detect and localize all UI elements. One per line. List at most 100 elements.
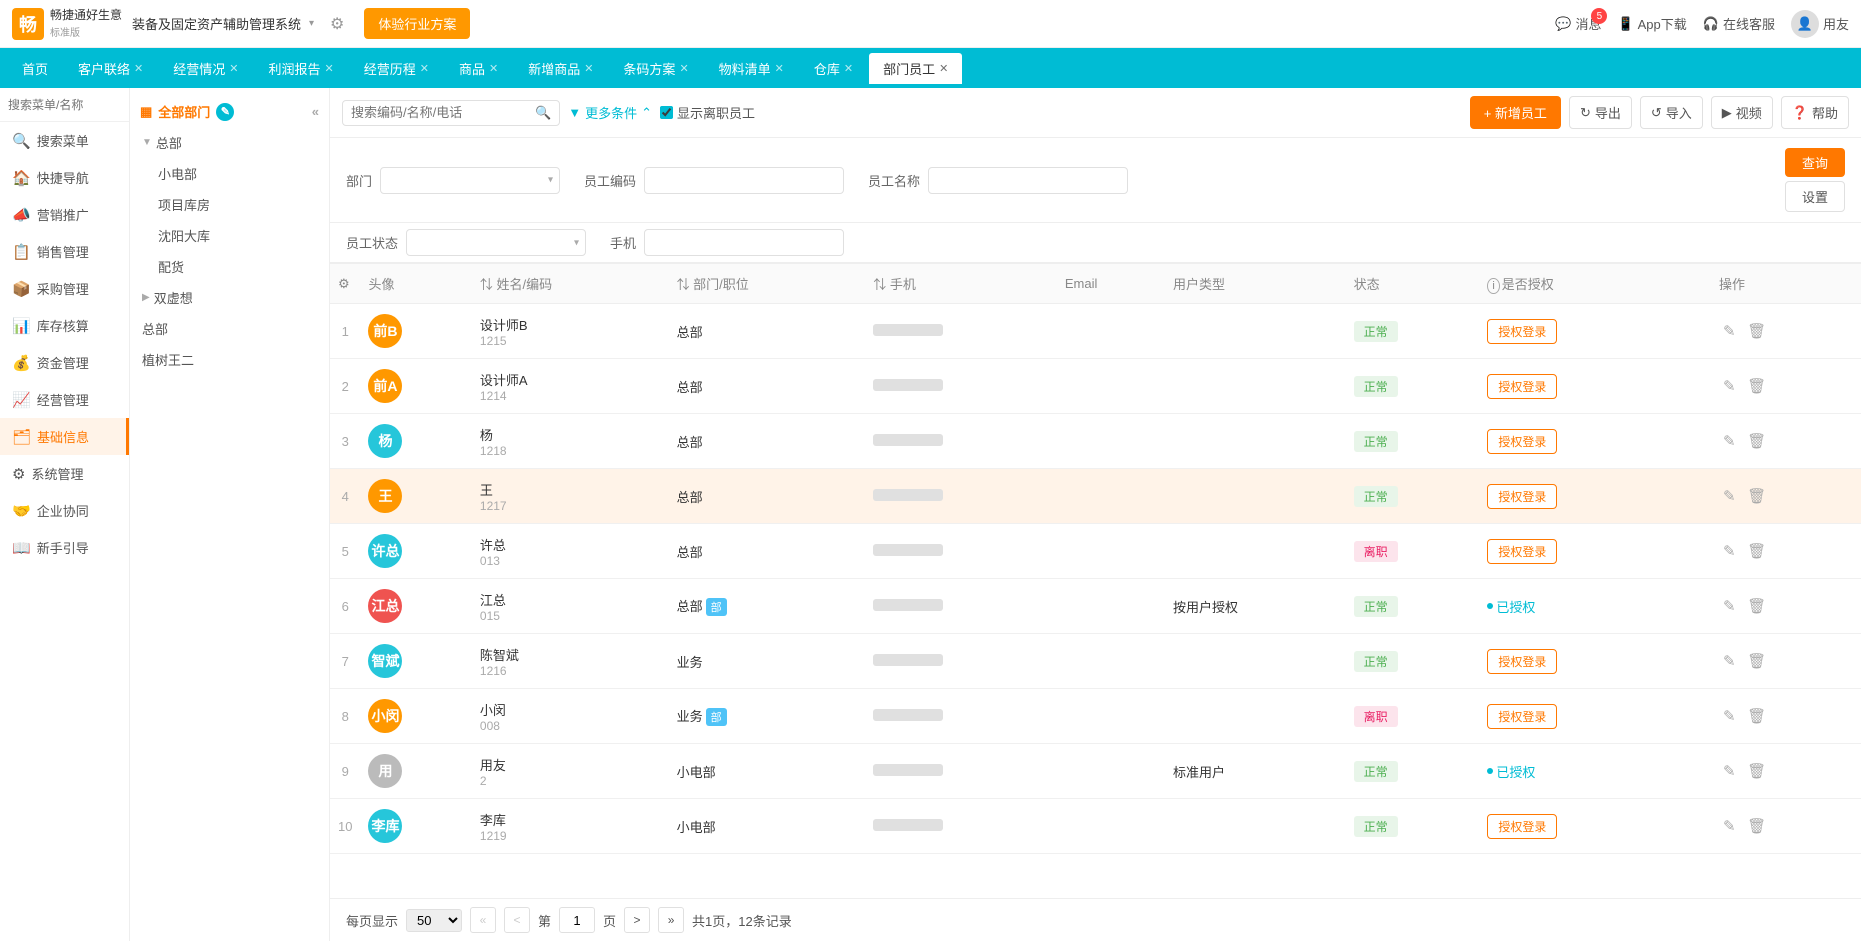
tab-close-icon[interactable]: ✕ (844, 62, 853, 75)
delete-btn[interactable]: 🗑 (1743, 815, 1770, 837)
dept-node-distribution[interactable]: 配货 (146, 251, 329, 282)
col-dept[interactable]: ⇅ 部门/职位 (669, 264, 866, 304)
sidebar-search-bar[interactable]: 🔍 (0, 88, 129, 122)
delete-btn[interactable]: 🗑 (1743, 650, 1770, 672)
tab-close-icon[interactable]: ✕ (679, 62, 688, 75)
tab-close-icon[interactable]: ✕ (325, 62, 334, 75)
filter-dept-select[interactable] (380, 167, 560, 194)
tab-close-icon[interactable]: ✕ (489, 62, 498, 75)
view-button[interactable]: ▶ 视频 (1711, 96, 1773, 129)
table-settings-icon[interactable]: ⚙ (338, 276, 350, 291)
edit-btn[interactable]: ✎ (1719, 760, 1740, 782)
service-btn[interactable]: 🎧 在线客服 (1703, 14, 1775, 33)
next-page-btn[interactable]: > (624, 907, 650, 933)
auth-login-btn[interactable]: 授权登录 (1487, 319, 1557, 344)
auth-login-btn[interactable]: 授权登录 (1487, 374, 1557, 399)
filter-phone-input[interactable] (644, 229, 844, 256)
export-button[interactable]: ↻ 导出 (1569, 96, 1632, 129)
tab-close-icon[interactable]: ✕ (420, 62, 429, 75)
col-name[interactable]: ⇅ 姓名/编码 (472, 264, 669, 304)
user-menu[interactable]: 👤 用友 (1791, 10, 1849, 38)
auth-login-btn[interactable]: 授权登录 (1487, 649, 1557, 674)
search-input[interactable] (351, 105, 531, 120)
per-page-select[interactable]: 50 100 (406, 909, 462, 932)
tab-new-goods[interactable]: 新增商品✕ (514, 53, 607, 84)
sidebar-item-marketing[interactable]: 📣营销推广 (0, 196, 129, 233)
filter-emp-code-input[interactable] (644, 167, 844, 194)
dept-node-planting[interactable]: 植树王二 (130, 344, 329, 375)
sidebar-item-guide[interactable]: 📖新手引导 (0, 529, 129, 566)
filter-emp-status-select[interactable] (406, 229, 586, 256)
system-arrow-icon[interactable]: ▾ (309, 18, 314, 29)
edit-btn[interactable]: ✎ (1719, 540, 1740, 562)
auth-login-btn[interactable]: 授权登录 (1487, 429, 1557, 454)
set-button[interactable]: 设置 (1785, 181, 1845, 212)
gear-icon[interactable]: ⚙ (330, 14, 344, 34)
show-resigned-checkbox[interactable]: 显示离职员工 (660, 103, 755, 122)
tab-operation[interactable]: 经营情况✕ (159, 53, 252, 84)
tab-process[interactable]: 经营历程✕ (350, 53, 443, 84)
tab-close-icon[interactable]: ✕ (584, 62, 593, 75)
sidebar-item-purchase[interactable]: 📦采购管理 (0, 270, 129, 307)
edit-btn[interactable]: ✎ (1719, 650, 1740, 672)
tab-material[interactable]: 物料清单✕ (705, 53, 798, 84)
tab-warehouse[interactable]: 仓库✕ (800, 53, 867, 84)
auth-login-btn[interactable]: 授权登录 (1487, 539, 1557, 564)
delete-btn[interactable]: 🗑 (1743, 595, 1770, 617)
prev-page-btn[interactable]: < (504, 907, 530, 933)
filter-emp-name-input[interactable] (928, 167, 1128, 194)
delete-btn[interactable]: 🗑 (1743, 485, 1770, 507)
edit-btn[interactable]: ✎ (1719, 705, 1740, 727)
help-button[interactable]: ❓ 帮助 (1781, 96, 1849, 129)
trial-button[interactable]: 体验行业方案 (364, 8, 470, 39)
edit-btn[interactable]: ✎ (1719, 815, 1740, 837)
tab-home[interactable]: 首页 (8, 53, 62, 84)
sidebar-item-quick-nav[interactable]: 🏠快捷导航 (0, 159, 129, 196)
delete-btn[interactable]: 🗑 (1743, 375, 1770, 397)
edit-btn[interactable]: ✎ (1719, 375, 1740, 397)
message-btn[interactable]: 💬 消息 5 (1555, 14, 1601, 33)
delete-btn[interactable]: 🗑 (1743, 430, 1770, 452)
show-resigned-input[interactable] (660, 106, 673, 119)
dept-tree-collapse-icon[interactable]: « (312, 104, 319, 119)
sidebar-item-search[interactable]: 🔍搜索菜单 (0, 122, 129, 159)
dept-node-general[interactable]: ▼ 总部 (130, 127, 329, 158)
tab-close-icon[interactable]: ✕ (939, 62, 948, 75)
edit-btn[interactable]: ✎ (1719, 595, 1740, 617)
auth-login-btn[interactable]: 授权登录 (1487, 704, 1557, 729)
filter-more-btn[interactable]: ▼ 更多条件 ⌃ (568, 103, 652, 122)
dept-node-proj-warehouse[interactable]: 项目库房 (146, 189, 329, 220)
app-download-btn[interactable]: 📱 App下载 (1617, 14, 1686, 33)
tab-customer[interactable]: 客户联络✕ (64, 53, 157, 84)
delete-btn[interactable]: 🗑 (1743, 705, 1770, 727)
tab-dept-staff[interactable]: 部门员工✕ (869, 53, 962, 84)
sidebar-item-finance[interactable]: 💰资金管理 (0, 344, 129, 381)
auth-login-btn[interactable]: 授权登录 (1487, 484, 1557, 509)
tab-barcode[interactable]: 条码方案✕ (609, 53, 702, 84)
dept-node-double[interactable]: ▶ 双虚想 (130, 282, 329, 313)
auth-login-btn[interactable]: 授权登录 (1487, 814, 1557, 839)
tab-profit[interactable]: 利润报告✕ (254, 53, 347, 84)
tab-close-icon[interactable]: ✕ (775, 62, 784, 75)
sidebar-search-input[interactable] (8, 98, 130, 112)
dept-edit-btn[interactable]: ✎ (216, 103, 234, 121)
delete-btn[interactable]: 🗑 (1743, 760, 1770, 782)
col-auth[interactable]: i是否授权 (1479, 264, 1671, 304)
dept-node-shenyang[interactable]: 沈阳大库 (146, 220, 329, 251)
edit-btn[interactable]: ✎ (1719, 320, 1740, 342)
edit-btn[interactable]: ✎ (1719, 485, 1740, 507)
tab-close-icon[interactable]: ✕ (134, 62, 143, 75)
delete-btn[interactable]: 🗑 (1743, 320, 1770, 342)
dept-node-small-elec[interactable]: 小电部 (146, 158, 329, 189)
sidebar-item-system[interactable]: ⚙系统管理 (0, 455, 129, 492)
edit-btn[interactable]: ✎ (1719, 430, 1740, 452)
query-button[interactable]: 查询 (1785, 148, 1845, 177)
sidebar-item-basic[interactable]: 🗂基础信息 (0, 418, 129, 455)
sidebar-item-collab[interactable]: 🤝企业协同 (0, 492, 129, 529)
sidebar-item-inventory[interactable]: 📊库存核算 (0, 307, 129, 344)
dept-node-hq[interactable]: 总部 (130, 313, 329, 344)
sidebar-item-sales[interactable]: 📋销售管理 (0, 233, 129, 270)
delete-btn[interactable]: 🗑 (1743, 540, 1770, 562)
import-button[interactable]: ↺ 导入 (1640, 96, 1703, 129)
tab-close-icon[interactable]: ✕ (229, 62, 238, 75)
